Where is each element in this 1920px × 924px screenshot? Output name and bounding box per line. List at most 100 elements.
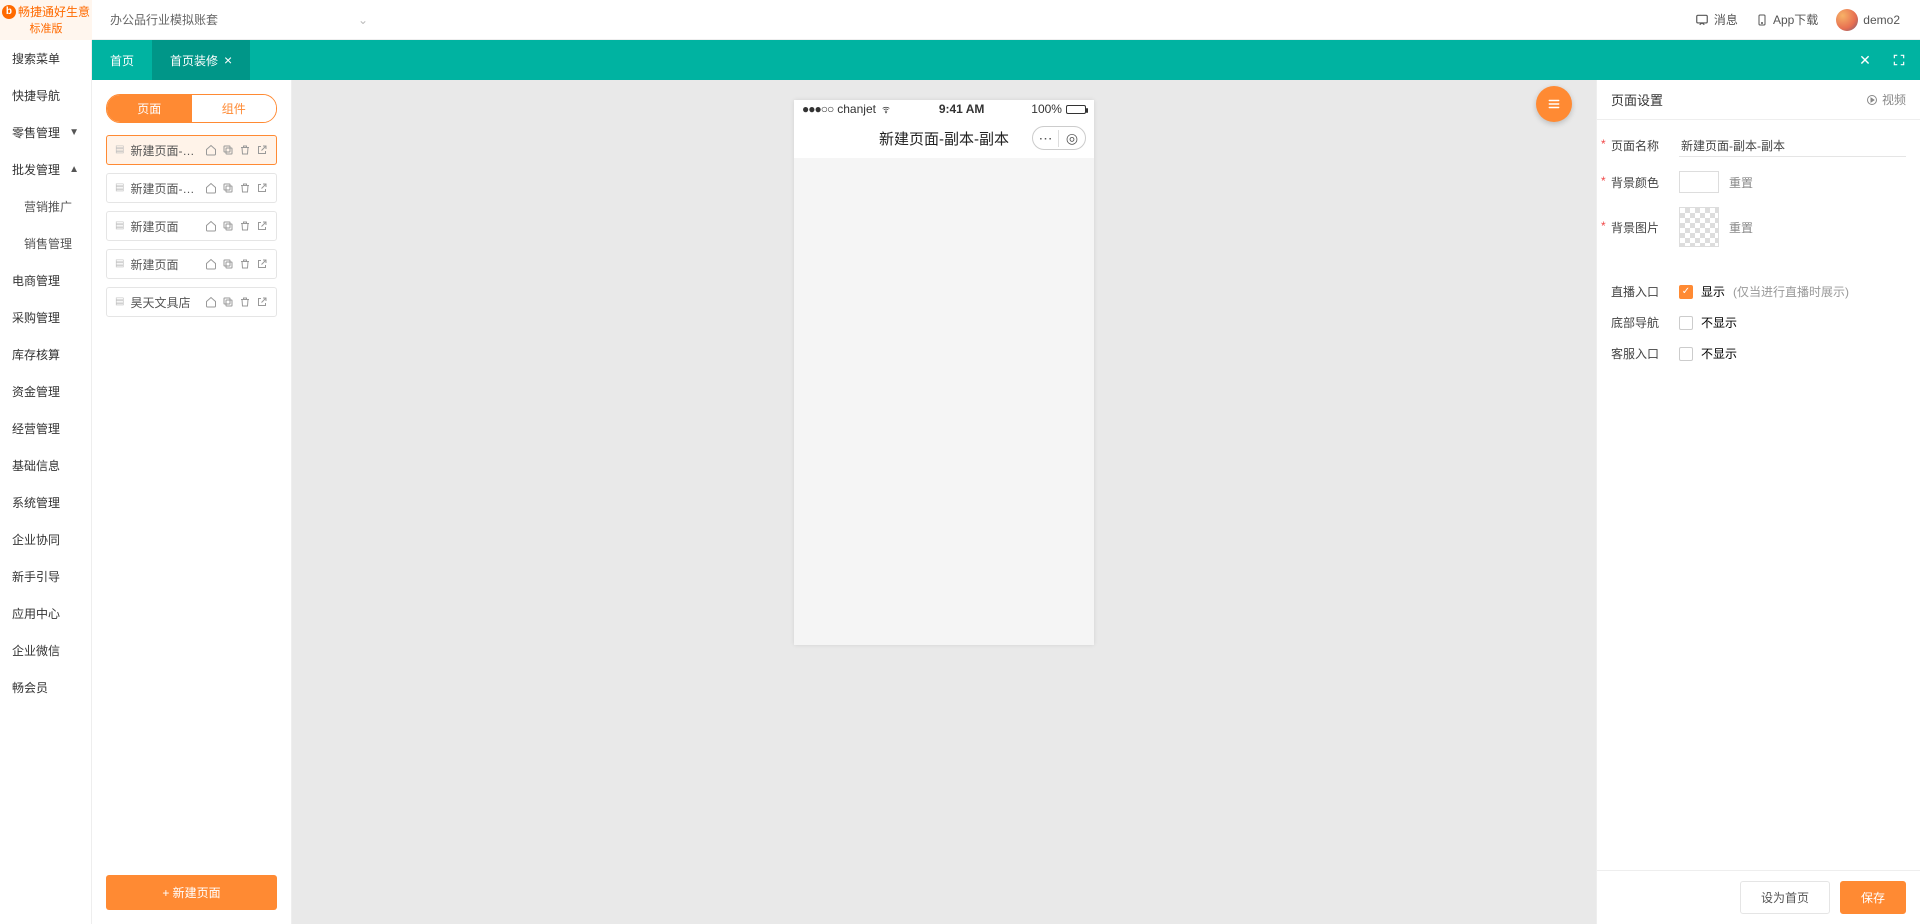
bottom-nav-checkbox[interactable] bbox=[1679, 316, 1693, 330]
sidebar-item[interactable]: 畅会员 bbox=[0, 669, 91, 706]
segment-tab-component[interactable]: 组件 bbox=[192, 95, 277, 122]
bg-image-reset[interactable]: 重置 bbox=[1729, 219, 1753, 236]
fullscreen-icon[interactable] bbox=[1888, 49, 1910, 71]
sidebar-item-label: 企业协同 bbox=[12, 531, 60, 548]
page-list-item[interactable]: ▤昊天文具店 bbox=[106, 287, 277, 317]
canvas-menu-fab[interactable] bbox=[1536, 86, 1572, 122]
canvas-area: ●●●○○ chanjet 9:41 AM 100% bbox=[292, 80, 1596, 924]
external-link-icon[interactable] bbox=[256, 296, 268, 308]
sidebar-item-label: 系统管理 bbox=[12, 494, 60, 511]
home-icon[interactable] bbox=[205, 182, 217, 194]
sidebar-item-label: 经营管理 bbox=[12, 420, 60, 437]
page-list-item[interactable]: ▤ 新建页面 bbox=[106, 249, 277, 279]
app-download-label: App下载 bbox=[1773, 11, 1818, 28]
bg-color-reset[interactable]: 重置 bbox=[1729, 174, 1753, 191]
sidebar-item-label: 采购管理 bbox=[12, 309, 60, 326]
home-icon[interactable] bbox=[205, 296, 217, 308]
trash-icon[interactable] bbox=[239, 182, 251, 194]
live-entry-checkbox[interactable]: ✓ bbox=[1679, 285, 1693, 299]
external-link-icon[interactable] bbox=[256, 182, 268, 194]
logo[interactable]: b畅捷通好生意 标准版 bbox=[0, 0, 92, 40]
external-link-icon[interactable] bbox=[256, 144, 268, 156]
bg-image-swatch[interactable] bbox=[1679, 207, 1719, 247]
target-icon[interactable]: ◎ bbox=[1059, 130, 1085, 147]
trash-icon[interactable] bbox=[239, 220, 251, 232]
drag-handle-icon[interactable]: ▤ bbox=[115, 221, 124, 231]
sidebar-item[interactable]: 经营管理 bbox=[0, 410, 91, 447]
sidebar-item[interactable]: 应用中心 bbox=[0, 595, 91, 632]
drag-handle-icon[interactable]: ▤ bbox=[115, 145, 124, 155]
user-menu[interactable]: demo2 bbox=[1836, 9, 1900, 31]
page-list-item[interactable]: ▤ 新建页面-副本... bbox=[106, 135, 277, 165]
copy-icon[interactable] bbox=[222, 296, 234, 308]
page-list-item[interactable]: ▤新建页面 bbox=[106, 211, 277, 241]
sidebar-item[interactable]: 库存核算 bbox=[0, 336, 91, 373]
page-item-name: 新建页面-副本 bbox=[130, 180, 199, 197]
signal-icon: ●●●○○ bbox=[802, 102, 833, 116]
sidebar-item[interactable]: 批发管理▲ bbox=[0, 151, 91, 188]
tab-page-decor[interactable]: 首页装修 × bbox=[152, 40, 250, 80]
caret-down-icon: ▼ bbox=[69, 127, 79, 138]
app-download-button[interactable]: App下载 bbox=[1756, 11, 1818, 28]
right-panel-title: 页面设置 bbox=[1611, 90, 1663, 109]
tabbar: 首页 首页装修 × ✕ bbox=[92, 40, 1920, 80]
field-label-live-entry: 直播入口 bbox=[1611, 283, 1679, 300]
sidebar-item-label: 基础信息 bbox=[12, 457, 60, 474]
sidebar-item[interactable]: 企业微信 bbox=[0, 632, 91, 669]
home-icon[interactable] bbox=[205, 258, 217, 270]
more-icon[interactable]: ⋯ bbox=[1033, 130, 1059, 147]
page-name-input[interactable] bbox=[1679, 134, 1906, 157]
home-icon[interactable] bbox=[205, 220, 217, 232]
bg-color-swatch[interactable] bbox=[1679, 171, 1719, 193]
trash-icon[interactable] bbox=[239, 296, 251, 308]
tab-home-label: 首页 bbox=[110, 52, 134, 69]
sidebar-item[interactable]: 基础信息 bbox=[0, 447, 91, 484]
sidebar-item[interactable]: 营销推广 bbox=[0, 188, 91, 225]
page-list-item[interactable]: ▤ 新建页面-副本 bbox=[106, 173, 277, 203]
copy-icon[interactable] bbox=[222, 144, 234, 156]
page-item-name: 新建页面-副本... bbox=[130, 142, 199, 159]
messages-button[interactable]: 消息 bbox=[1695, 11, 1738, 28]
sidebar-item[interactable]: 资金管理 bbox=[0, 373, 91, 410]
page-item-name: 新建页面 bbox=[130, 256, 199, 273]
sidebar-item[interactable]: 采购管理 bbox=[0, 299, 91, 336]
close-icon[interactable]: × bbox=[224, 52, 232, 68]
drag-handle-icon[interactable]: ▤ bbox=[115, 183, 124, 193]
sidebar-item[interactable]: 新手引导 bbox=[0, 558, 91, 595]
drag-handle-icon[interactable]: ▤ bbox=[115, 297, 124, 307]
copy-icon[interactable] bbox=[222, 258, 234, 270]
trash-icon[interactable] bbox=[239, 144, 251, 156]
sidebar-item[interactable]: 销售管理 bbox=[0, 225, 91, 262]
mini-program-header: 新建页面-副本-副本 ⋯ ◎ bbox=[794, 118, 1094, 158]
sidebar-item[interactable]: 电商管理 bbox=[0, 262, 91, 299]
segment-tab-page[interactable]: 页面 bbox=[107, 95, 192, 122]
external-link-icon[interactable] bbox=[256, 220, 268, 232]
home-icon[interactable] bbox=[205, 144, 217, 156]
sidebar-item[interactable]: 零售管理▼ bbox=[0, 114, 91, 151]
sidebar-item[interactable]: 系统管理 bbox=[0, 484, 91, 521]
account-set-selector[interactable]: 办公品行业模拟账套 ⌄ bbox=[110, 11, 368, 28]
set-home-button[interactable]: 设为首页 bbox=[1740, 881, 1830, 914]
close-all-icon[interactable]: ✕ bbox=[1854, 49, 1876, 71]
field-label-service-entry: 客服入口 bbox=[1611, 345, 1679, 362]
sidebar-item-label: 快捷导航 bbox=[12, 87, 60, 104]
copy-icon[interactable] bbox=[222, 220, 234, 232]
save-button[interactable]: 保存 bbox=[1840, 881, 1906, 914]
chevron-down-icon: ⌄ bbox=[358, 13, 368, 27]
drag-handle-icon[interactable]: ▤ bbox=[115, 259, 124, 269]
sidebar-item[interactable]: 企业协同 bbox=[0, 521, 91, 558]
left-panel: 页面 组件 ▤新建页面-副本...▤新建页面-副本▤新建页面▤新建页面▤昊天文具… bbox=[92, 80, 292, 924]
new-page-button[interactable]: + 新建页面 bbox=[106, 875, 277, 910]
sidebar-item[interactable]: 快捷导航 bbox=[0, 77, 91, 114]
tab-page-decor-label: 首页装修 bbox=[170, 52, 218, 69]
copy-icon[interactable] bbox=[222, 182, 234, 194]
trash-icon[interactable] bbox=[239, 258, 251, 270]
logo-mark-icon: b bbox=[2, 5, 16, 19]
service-entry-checkbox[interactable] bbox=[1679, 347, 1693, 361]
external-link-icon[interactable] bbox=[256, 258, 268, 270]
field-label-bg-image: 背景图片 bbox=[1611, 219, 1679, 236]
page-list: ▤新建页面-副本...▤新建页面-副本▤新建页面▤新建页面▤昊天文具店 bbox=[106, 135, 277, 863]
video-help-button[interactable]: 视频 bbox=[1866, 91, 1906, 108]
tab-home[interactable]: 首页 bbox=[92, 40, 152, 80]
sidebar-item[interactable]: 搜索菜单 bbox=[0, 40, 91, 77]
